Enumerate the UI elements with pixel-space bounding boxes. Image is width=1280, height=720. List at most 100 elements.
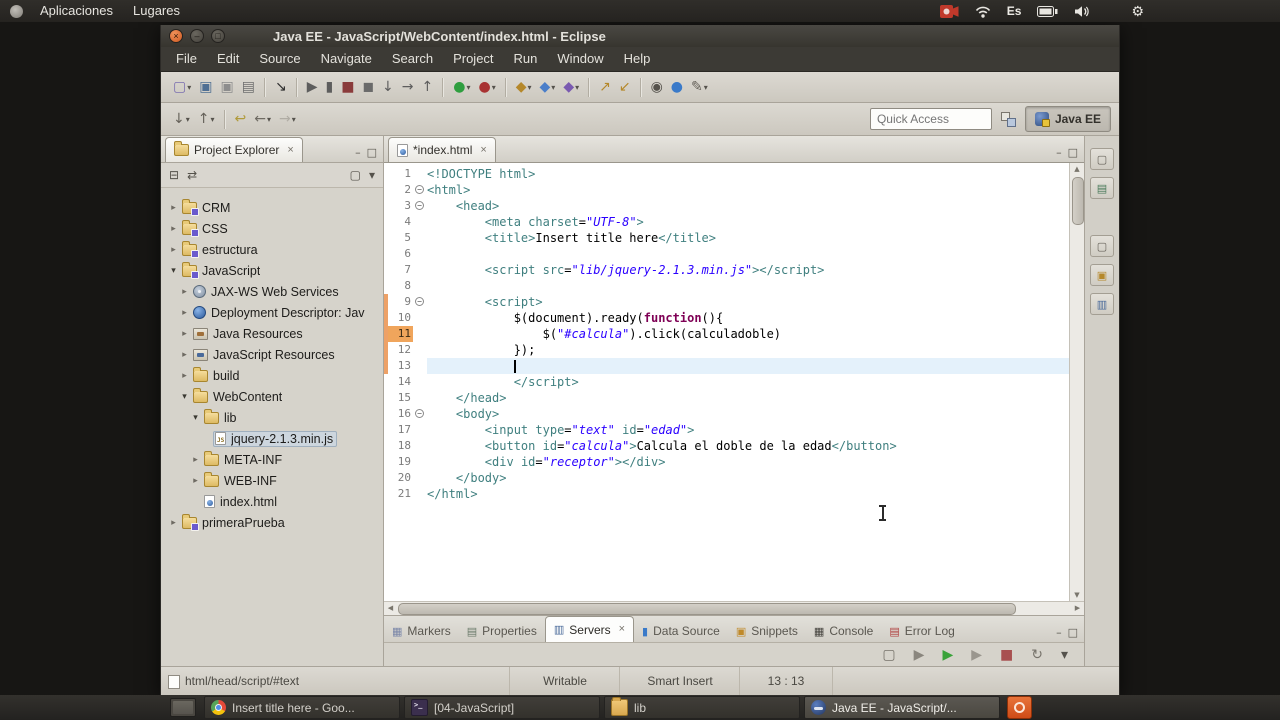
debug-server-button[interactable]: ▶ — [911, 643, 928, 667]
coverage-button[interactable]: ● ▾ — [475, 75, 498, 99]
tree-item-build[interactable]: ▸ build — [161, 365, 383, 386]
quick-access-input[interactable] — [869, 108, 992, 130]
tree-collapsed-arrow-icon[interactable]: ▸ — [178, 350, 191, 360]
keyboard-layout-indicator[interactable]: Es — [1007, 4, 1022, 18]
forward-button[interactable]: → ▾ — [276, 107, 299, 131]
menu-help[interactable]: Help — [615, 47, 660, 71]
fold-collapse-icon[interactable]: − — [415, 409, 424, 418]
close-view-icon[interactable]: × — [287, 144, 293, 156]
select-tool-button[interactable]: ↘ — [272, 75, 290, 99]
tree-item-jquery-2-1-3-min-js[interactable]: jquery-2.1.3.min.js — [161, 428, 383, 449]
battery-icon[interactable] — [1037, 5, 1058, 17]
tree-collapsed-arrow-icon[interactable]: ▸ — [167, 203, 180, 213]
session-gear-icon[interactable]: ⚙ — [1131, 3, 1144, 20]
tree-collapsed-arrow-icon[interactable]: ▸ — [178, 371, 191, 381]
new-session-bean-button[interactable]: ◆ ▾ — [537, 75, 559, 99]
maximize-view-button[interactable]: □ — [367, 147, 377, 158]
close-editor-icon[interactable]: × — [480, 144, 486, 156]
screen-record-icon[interactable] — [939, 4, 959, 18]
servers-view-menu-button[interactable]: ▾ — [1058, 643, 1071, 667]
tab-data-source[interactable]: ▮ Data Source — [634, 620, 728, 642]
tree-expanded-arrow-icon[interactable]: ▾ — [167, 266, 180, 276]
maximize-editor-button[interactable]: □ — [1068, 147, 1078, 158]
tab-index-html[interactable]: *index.html × — [388, 137, 496, 162]
vertical-scroll-thumb[interactable] — [1072, 177, 1084, 225]
disconnect-button[interactable]: ◼ — [359, 75, 377, 99]
restore-views-button[interactable]: ▢ — [1090, 148, 1114, 170]
tab-snippets[interactable]: ▣ Snippets — [728, 620, 806, 642]
dropdown-arrow-icon[interactable]: ▾ — [187, 83, 191, 92]
dropdown-arrow-icon[interactable]: ▾ — [267, 115, 271, 124]
tree-collapsed-arrow-icon[interactable]: ▸ — [189, 476, 202, 486]
vertical-scrollbar[interactable]: ▲ ▼ — [1069, 163, 1084, 601]
scroll-down-icon[interactable]: ▼ — [1070, 589, 1084, 601]
stop-server-button[interactable]: ■ — [997, 643, 1016, 667]
next-annotation-button[interactable]: ↓ ▾ — [170, 107, 193, 131]
tree-collapsed-arrow-icon[interactable]: ▸ — [167, 518, 180, 528]
tab-properties[interactable]: ▤ Properties — [459, 620, 545, 642]
code-editor[interactable]: 1 <!DOCTYPE html> 2− <html> 3− <head> 4 <meta… — [384, 163, 1084, 601]
menu-project[interactable]: Project — [444, 47, 502, 71]
tree-item-estructura[interactable]: ▸ estructura — [161, 239, 383, 260]
focus-view-button[interactable]: ▢ — [350, 169, 361, 181]
profile-server-button[interactable]: ▶ — [968, 643, 985, 667]
suspend-button[interactable]: ▮ — [322, 75, 336, 99]
palette-view-button[interactable]: ▢ — [1090, 235, 1114, 257]
tree-item-css[interactable]: ▸ CSS — [161, 218, 383, 239]
tree-item-lib[interactable]: ▾ lib — [161, 407, 383, 428]
dropdown-arrow-icon[interactable]: ▾ — [210, 115, 214, 124]
step-over-button[interactable]: → — [399, 75, 417, 99]
tree-expanded-arrow-icon[interactable]: ▾ — [189, 413, 202, 423]
print-button[interactable]: ▤ — [239, 75, 258, 99]
import-war-button[interactable]: ↙ — [616, 75, 634, 99]
fold-gutter[interactable]: − — [413, 198, 427, 214]
tree-collapsed-arrow-icon[interactable]: ▸ — [178, 308, 191, 318]
mark-occurrences-button[interactable]: ✎ ▾ — [688, 75, 711, 99]
tree-item-webcontent[interactable]: ▾ WebContent — [161, 386, 383, 407]
export-war-button[interactable]: ↗ — [596, 75, 614, 99]
taskbar-window-04-javascript[interactable]: [04-JavaScript] — [404, 696, 600, 719]
tree-item-javascript[interactable]: ▾ JavaScript — [161, 260, 383, 281]
launcher-icon[interactable] — [1007, 696, 1032, 719]
menu-source[interactable]: Source — [250, 47, 309, 71]
terminate-button[interactable]: ■ — [338, 75, 357, 99]
snippets-view-button[interactable]: ▣ — [1090, 264, 1114, 286]
search-button[interactable]: ◉ — [648, 75, 666, 99]
tree-item-web-inf[interactable]: ▸ WEB-INF — [161, 470, 383, 491]
places-menu[interactable]: Lugares — [123, 0, 190, 22]
new-server-button[interactable]: ▢ — [879, 643, 898, 667]
open-perspective-icon[interactable] — [1000, 111, 1017, 128]
scroll-right-icon[interactable]: ▶ — [1071, 602, 1084, 615]
resume-button[interactable]: ▶ — [304, 75, 321, 99]
maximize-bottom-panel-button[interactable]: □ — [1068, 627, 1078, 638]
start-server-button[interactable]: ▶ — [939, 643, 956, 667]
tree-collapsed-arrow-icon[interactable]: ▸ — [178, 329, 191, 339]
wifi-icon[interactable] — [975, 5, 991, 18]
menu-file[interactable]: File — [167, 47, 206, 71]
tab-servers[interactable]: ▥ Servers × — [544, 616, 635, 642]
taskbar-window-java-ee-javascript[interactable]: Java EE - JavaScript/... — [804, 696, 1000, 719]
last-edit-location-button[interactable]: ↩ — [232, 107, 250, 131]
link-with-editor-button[interactable]: ⇄ — [187, 169, 197, 181]
previous-annotation-button[interactable]: ↑ ▾ — [195, 107, 218, 131]
tree-item-meta-inf[interactable]: ▸ META-INF — [161, 449, 383, 470]
collapse-all-button[interactable]: ⊟ — [169, 169, 179, 181]
publish-server-button[interactable]: ↻ — [1028, 643, 1046, 667]
scroll-left-icon[interactable]: ◀ — [384, 602, 397, 615]
menu-edit[interactable]: Edit — [208, 47, 248, 71]
window-titlebar[interactable]: × – □ Java EE - JavaScript/WebContent/in… — [161, 25, 1119, 47]
tab-project-explorer[interactable]: Project Explorer × — [165, 137, 303, 162]
dropdown-arrow-icon[interactable]: ▾ — [575, 83, 579, 92]
fold-collapse-icon[interactable]: − — [415, 185, 424, 194]
tree-item-crm[interactable]: ▸ CRM — [161, 197, 383, 218]
horizontal-scrollbar[interactable]: ◀ ▶ — [384, 601, 1084, 615]
fold-gutter[interactable]: − — [413, 406, 427, 422]
tree-item-java-resources[interactable]: ▸ Java Resources — [161, 323, 383, 344]
volume-icon[interactable] — [1074, 5, 1090, 18]
run-button[interactable]: ● ▾ — [450, 75, 473, 99]
new-wizard-button[interactable]: ▢ ▾ — [170, 75, 194, 99]
fold-collapse-icon[interactable]: − — [415, 297, 424, 306]
fold-collapse-icon[interactable]: − — [415, 201, 424, 210]
dropdown-arrow-icon[interactable]: ▾ — [292, 115, 296, 124]
dropdown-arrow-icon[interactable]: ▾ — [466, 83, 470, 92]
